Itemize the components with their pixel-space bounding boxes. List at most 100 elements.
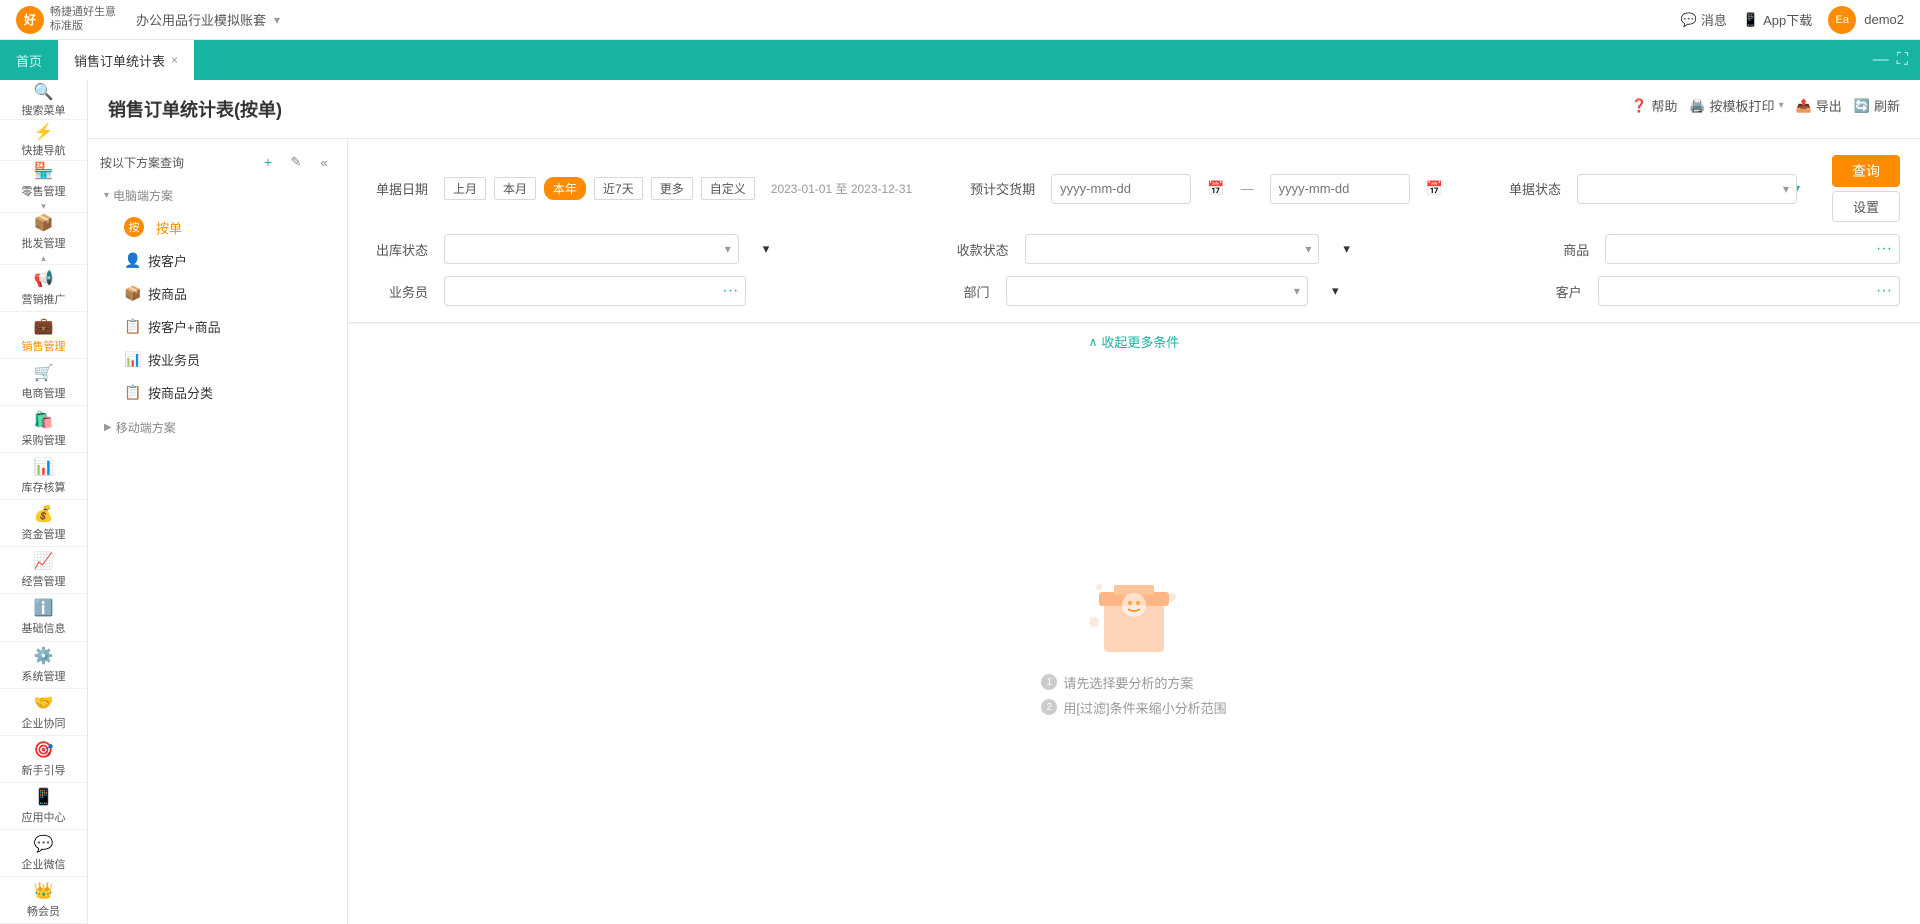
sidebar-system-label: 系统管理 xyxy=(22,668,66,684)
nav-tab-actions: — ⛶ xyxy=(1873,51,1920,69)
sidebar-item-marketing[interactable]: 📢 营销推广 xyxy=(0,265,87,312)
scheme-by-salesman[interactable]: 📊 按业务员 xyxy=(124,343,347,376)
empty-hint-2: 2 用[过滤]条件来缩小分析范围 xyxy=(1041,698,1226,717)
tab-close-button[interactable]: × xyxy=(171,53,178,67)
customer-icon: 👤 xyxy=(124,252,142,269)
sidebar-item-inventory[interactable]: 📊 库存核算 xyxy=(0,453,87,500)
refresh-icon: 🔄 xyxy=(1854,98,1870,114)
salesman-input[interactable] xyxy=(444,276,746,306)
scheme-by-customer[interactable]: 👤 按客户 xyxy=(124,244,347,277)
scheme-by-category-container: 📋 按商品分类 xyxy=(88,376,347,409)
export-button[interactable]: 📤 导出 xyxy=(1796,96,1842,115)
scheme-by-order-label: 按单 xyxy=(156,218,182,237)
expected-date-start[interactable] xyxy=(1051,174,1191,204)
scheme-badge: 按 xyxy=(124,217,144,237)
sidebar-finance-label: 资金管理 xyxy=(22,526,66,542)
window-minimize-button[interactable]: — xyxy=(1873,51,1889,69)
goods-input[interactable] xyxy=(1605,234,1900,264)
message-button[interactable]: 💬 消息 xyxy=(1681,10,1727,29)
sidebar-item-ecommerce[interactable]: 🛒 电商管理 xyxy=(0,359,87,406)
sidebar-item-search[interactable]: 🔍 搜索菜单 xyxy=(0,80,87,120)
enterprise-icon: 🤝 xyxy=(34,693,54,713)
customer-goods-icon: 📋 xyxy=(124,318,142,335)
sidebar-item-retail[interactable]: 🏪 零售管理 ▾ xyxy=(0,161,87,213)
dropdown-arrow-icon[interactable]: ▾ xyxy=(274,13,280,27)
app-download-button[interactable]: 📱 App下载 xyxy=(1743,10,1812,29)
date-btn-7days[interactable]: 近7天 xyxy=(594,177,643,200)
empty-state: 1 请先选择要分析的方案 2 用[过滤]条件来缩小分析范围 xyxy=(348,359,1920,924)
query-button[interactable]: 查询 xyxy=(1832,155,1900,187)
hint-num-1: 1 xyxy=(1041,674,1057,690)
edit-scheme-button[interactable]: ✎ xyxy=(285,151,307,173)
salesman-filter-label: 业务员 xyxy=(368,282,428,301)
date-btn-custom[interactable]: 自定义 xyxy=(701,177,755,200)
out-status-select[interactable] xyxy=(444,234,739,264)
retail-expand-icon: ▾ xyxy=(41,201,46,212)
message-label: 消息 xyxy=(1701,10,1727,29)
collapse-panel-button[interactable]: « xyxy=(313,151,335,173)
sidebar-quicknav-label: 快捷导航 xyxy=(22,142,66,158)
refresh-button[interactable]: 🔄 刷新 xyxy=(1854,96,1900,115)
tree-section-pc: ▾ 电脑端方案 xyxy=(88,181,347,210)
salesman-more-button[interactable]: ··· xyxy=(722,282,738,300)
sidebar-item-basic[interactable]: ℹ️ 基础信息 xyxy=(0,594,87,641)
scheme-by-customer-goods[interactable]: 📋 按客户+商品 xyxy=(124,310,347,343)
left-panel-header: 按以下方案查询 + ✎ « xyxy=(88,151,347,181)
expected-date-end[interactable] xyxy=(1270,174,1410,204)
sidebar-item-finance[interactable]: 💰 资金管理 xyxy=(0,500,87,547)
sidebar-item-newbie[interactable]: 🎯 新手引导 xyxy=(0,736,87,783)
customer-input[interactable] xyxy=(1598,276,1900,306)
scheme-by-customer-goods-container: 📋 按客户+商品 xyxy=(88,310,347,343)
purchase-icon: 🛍️ xyxy=(34,410,54,430)
tree-mobile-expand-icon[interactable]: ▶ xyxy=(104,422,112,433)
sidebar-item-membership[interactable]: 👑 畅会员 xyxy=(0,877,87,924)
date-btn-more[interactable]: 更多 xyxy=(651,177,693,200)
sidebar-item-enterprise[interactable]: 🤝 企业协同 xyxy=(0,689,87,736)
left-panel: 按以下方案查询 + ✎ « xyxy=(88,139,348,924)
tree-expand-icon[interactable]: ▾ xyxy=(104,190,109,201)
sidebar-item-system[interactable]: ⚙️ 系统管理 xyxy=(0,642,87,689)
goods-filter-label: 商品 xyxy=(1529,240,1589,259)
customer-filter-label: 客户 xyxy=(1522,282,1582,301)
date-btn-this-month[interactable]: 本月 xyxy=(494,177,536,200)
logo-area: 好 畅捷通好生意 标准版 xyxy=(16,6,116,34)
calendar-icon-1[interactable]: 📅 xyxy=(1207,180,1224,197)
date-range-display: 2023-01-01 至 2023-12-31 xyxy=(771,180,912,197)
bill-status-select[interactable] xyxy=(1577,174,1797,204)
tab-home[interactable]: 首页 xyxy=(0,40,58,80)
sidebar-item-sales[interactable]: 💼 销售管理 xyxy=(0,312,87,359)
scheme-by-category[interactable]: 📋 按商品分类 xyxy=(124,376,347,409)
left-panel-title: 按以下方案查询 xyxy=(100,154,184,171)
window-maximize-button[interactable]: ⛶ xyxy=(1897,51,1908,69)
sidebar-retail-label: 零售管理 xyxy=(22,183,66,199)
sidebar-item-operations[interactable]: 📈 经营管理 xyxy=(0,547,87,594)
user-menu[interactable]: Ea demo2 xyxy=(1828,6,1904,34)
collapse-bar[interactable]: ∧ 收起更多条件 xyxy=(348,323,1920,359)
settings-button[interactable]: 设置 xyxy=(1832,191,1900,222)
sidebar-purchase-label: 采购管理 xyxy=(22,432,66,448)
date-btn-last-month[interactable]: 上月 xyxy=(444,177,486,200)
help-button[interactable]: ❓ 帮助 xyxy=(1631,96,1677,115)
collapse-up-icon: ∧ xyxy=(1089,335,1098,349)
customer-more-button[interactable]: ··· xyxy=(1876,282,1892,300)
tab-sales-stat[interactable]: 销售订单统计表 × xyxy=(58,40,194,80)
scheme-by-goods[interactable]: 📦 按商品 xyxy=(124,277,347,310)
tree-section-mobile: ▶ 移动端方案 xyxy=(88,413,347,442)
date-btn-this-year[interactable]: 本年 xyxy=(544,177,586,200)
sidebar-item-wechat[interactable]: 💬 企业微信 xyxy=(0,830,87,877)
payment-status-select[interactable] xyxy=(1025,234,1320,264)
sidebar-item-quicknav[interactable]: ⚡ 快捷导航 xyxy=(0,120,87,160)
app-download-label: App下载 xyxy=(1763,10,1812,29)
sidebar-item-apps[interactable]: 📱 应用中心 xyxy=(0,783,87,830)
sidebar-item-wholesale[interactable]: 📦 批发管理 ▴ xyxy=(0,213,87,265)
sidebar-basic-label: 基础信息 xyxy=(22,620,66,636)
goods-more-button[interactable]: ··· xyxy=(1876,240,1892,258)
calendar-icon-2[interactable]: 📅 xyxy=(1426,180,1443,197)
sidebar-item-purchase[interactable]: 🛍️ 采购管理 xyxy=(0,406,87,453)
print-button[interactable]: 🖨️ 按模板打印 ▾ xyxy=(1689,96,1783,115)
top-bar-left: 好 畅捷通好生意 标准版 办公用品行业模拟账套 ▾ xyxy=(16,6,280,34)
sidebar-marketing-label: 营销推广 xyxy=(22,291,66,307)
add-scheme-button[interactable]: + xyxy=(257,151,279,173)
scheme-by-order[interactable]: 按 按单 xyxy=(124,210,347,244)
dept-select[interactable] xyxy=(1006,276,1308,306)
